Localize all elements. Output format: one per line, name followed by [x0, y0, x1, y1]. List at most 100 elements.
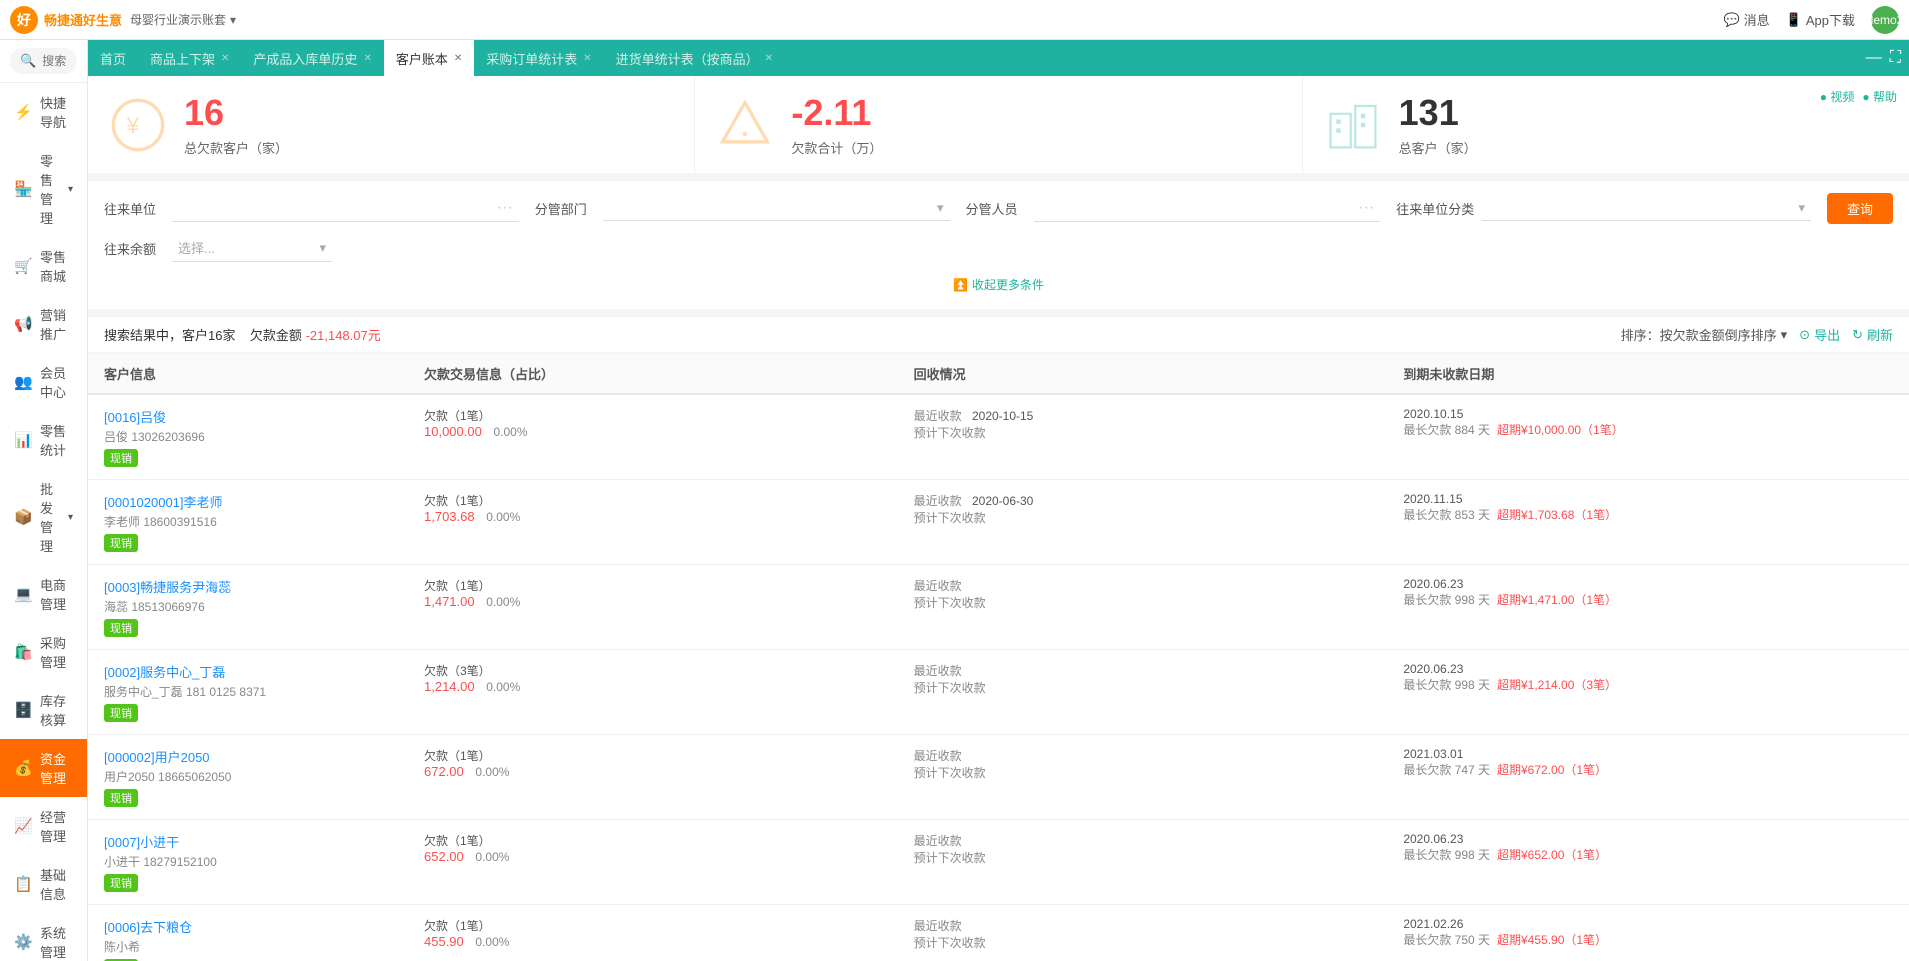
stat-action-2-0[interactable]: ● 视频	[1820, 88, 1855, 105]
overdue-amount-5[interactable]: 超期¥652.00（1笔）	[1497, 848, 1607, 862]
debt-amount-4[interactable]: 672.00	[424, 764, 464, 779]
customer-name-0[interactable]: [0016]吕俊	[104, 407, 424, 426]
due-date-4: 2021.03.01	[1403, 747, 1893, 761]
sidebar-item-quick-nav[interactable]: ⚡ 快捷导航	[0, 83, 87, 141]
sidebar-item-ecommerce-mgmt[interactable]: 💻 电商管理	[0, 565, 87, 623]
balance-select[interactable]: 选择... ▾	[172, 234, 332, 262]
customer-badge-4: 现销	[104, 789, 138, 807]
dept-select[interactable]: ▾	[603, 196, 950, 221]
sidebar-item-retail-mgmt[interactable]: 🏪 零售管理 ▾	[0, 141, 87, 237]
tab-customer_account[interactable]: 客户账本 ✕	[384, 40, 474, 76]
debt-pct-2: 0.00%	[486, 595, 520, 609]
sidebar-search-box[interactable]: 🔍	[10, 48, 77, 74]
table-row-inner-0: [0016]吕俊 吕俊 13026203696 现销 欠款（1笔） 10,000…	[88, 395, 1909, 479]
message-button[interactable]: 💬 消息	[1723, 10, 1769, 29]
table-row-inner-3: [0002]服务中心_丁磊 服务中心_丁磊 181 0125 8371 现销 欠…	[88, 650, 1909, 734]
customer-badge-0: 现销	[104, 449, 138, 467]
nav-icon-retail-stats: 📊	[14, 431, 32, 449]
app-download-button[interactable]: 📱 App下载	[1786, 10, 1855, 29]
debt-amount-3[interactable]: 1,214.00	[424, 679, 475, 694]
tab-purchase_order[interactable]: 采购订单统计表 ✕	[474, 40, 603, 76]
tab-products[interactable]: 商品上下架 ✕	[138, 40, 241, 76]
customer-cell-6: [0006]去下粮仓 陈小希 现销	[104, 915, 424, 961]
sidebar-item-basic-info[interactable]: 📋 基础信息	[0, 855, 87, 913]
overdue-amount-2[interactable]: 超期¥1,471.00（1笔）	[1497, 593, 1617, 607]
tab-expand-icon[interactable]: ⛶	[1890, 49, 1901, 67]
debt-cell-2: 欠款（1笔） 1,471.00 0.00%	[424, 575, 914, 611]
stat-card-1: -2.11 欠款合计（万）	[695, 76, 1302, 173]
due-date-0: 2020.10.15	[1403, 407, 1893, 421]
debt-cell-0: 欠款（1笔） 10,000.00 0.00%	[424, 405, 914, 441]
industry-selector[interactable]: 母婴行业演示账套 ▾	[130, 11, 236, 28]
debt-amount-row-1: 1,703.68 0.00%	[424, 509, 914, 524]
overdue-amount-6[interactable]: 超期¥455.90（1笔）	[1497, 933, 1607, 947]
tab-close-production[interactable]: ✕	[363, 53, 371, 64]
category-select[interactable]: ▾	[1482, 196, 1811, 221]
nav-label-member-center: 会员中心	[40, 363, 73, 401]
debt-pct-3: 0.00%	[486, 680, 520, 694]
top-bar-right: 💬 消息 📱 App下载 demo2	[1723, 6, 1899, 34]
sort-selector[interactable]: 排序：按欠款金额倒序排序 ▾	[1621, 325, 1788, 344]
customer-name-1[interactable]: [0001020001]李老师	[104, 492, 424, 511]
overdue-amount-1[interactable]: 超期¥1,703.68（1笔）	[1497, 508, 1617, 522]
refresh-button[interactable]: ↻ 刷新	[1852, 325, 1893, 344]
customer-name-5[interactable]: [0007]小进干	[104, 832, 424, 851]
supplier-input[interactable]: ···	[172, 195, 519, 222]
tab-import_stats[interactable]: 进货单统计表（按商品） ✕	[604, 40, 785, 76]
filter-row-1: 往来单位 ··· 分管部门 ▾ 分管人员	[104, 193, 1893, 224]
debt-amount-5[interactable]: 652.00	[424, 849, 464, 864]
sidebar-item-purchase-mgmt[interactable]: 🛍️ 采购管理	[0, 623, 87, 681]
customer-name-4[interactable]: [000002]用户2050	[104, 747, 424, 766]
stat-number-1: -2.11	[791, 92, 1281, 134]
sidebar-item-member-center[interactable]: 👥 会员中心	[0, 353, 87, 411]
debt-amount-1[interactable]: 1,703.68	[424, 509, 475, 524]
table-row-inner-4: [000002]用户2050 用户2050 18665062050 现销 欠款（…	[88, 735, 1909, 819]
top-bar: 好 畅捷通好生意 母婴行业演示账套 ▾ 💬 消息 📱 App下载 demo2	[0, 0, 1909, 40]
sidebar-item-wholesale-mgmt[interactable]: 📦 批发管理 ▾	[0, 469, 87, 565]
debt-amount-6[interactable]: 455.90	[424, 934, 464, 949]
last-payment-3: 最近收款	[914, 662, 1404, 679]
customer-phone-3: 服务中心_丁磊 181 0125 8371	[104, 683, 424, 700]
tab-production[interactable]: 产成品入库单历史 ✕	[241, 40, 383, 76]
manager-input[interactable]: ···	[1034, 195, 1381, 222]
sidebar-item-retail-stats[interactable]: 📊 零售统计	[0, 411, 87, 469]
debt-amount-2[interactable]: 1,471.00	[424, 594, 475, 609]
export-button[interactable]: ⊙ 导出	[1799, 325, 1840, 344]
customer-name-6[interactable]: [0006]去下粮仓	[104, 917, 424, 936]
refresh-icon: ↻	[1852, 327, 1863, 343]
sidebar-item-finance[interactable]: 💰 资金管理	[0, 739, 87, 797]
sidebar-item-operations[interactable]: 📈 经营管理	[0, 797, 87, 855]
sidebar-item-retail-store[interactable]: 🛒 零售商城	[0, 237, 87, 295]
overdue-amount-3[interactable]: 超期¥1,214.00（3笔）	[1497, 678, 1617, 692]
tab-minus-icon[interactable]: —	[1866, 49, 1882, 67]
tab-close-purchase_order[interactable]: ✕	[583, 53, 591, 64]
nav-icon-wholesale-mgmt: 📦	[14, 508, 32, 526]
stat-action-2-1[interactable]: ● 帮助	[1862, 88, 1897, 105]
debt-amount-0[interactable]: 10,000.00	[424, 424, 482, 439]
customer-name-2[interactable]: [0003]畅捷服务尹海蕊	[104, 577, 424, 596]
stat-label-1: 欠款合计（万）	[791, 138, 1281, 157]
tab-close-customer_account[interactable]: ✕	[454, 53, 462, 64]
overdue-days-4: 最长欠款 747 天	[1403, 763, 1493, 777]
debt-cell-3: 欠款（3笔） 1,214.00 0.00%	[424, 660, 914, 696]
tab-close-products[interactable]: ✕	[221, 53, 229, 64]
due-date-6: 2021.02.26	[1403, 917, 1893, 931]
debt-amount-row-6: 455.90 0.00%	[424, 934, 914, 949]
content-area: ¥ 16 总欠款客户（家） -2.11 欠款合计（万） ● 视频● 帮助 131…	[88, 76, 1909, 961]
filter-area: 往来单位 ··· 分管部门 ▾ 分管人员	[88, 181, 1909, 309]
tab-close-import_stats[interactable]: ✕	[765, 53, 773, 64]
last-payment-4: 最近收款	[914, 747, 1404, 764]
content-wrapper: ¥ 16 总欠款客户（家） -2.11 欠款合计（万） ● 视频● 帮助 131…	[88, 76, 1909, 961]
tab-home[interactable]: 首页	[88, 40, 138, 76]
sidebar-search-input[interactable]	[42, 54, 67, 68]
search-button[interactable]: 查询	[1827, 193, 1893, 224]
overdue-amount-0[interactable]: 超期¥10,000.00（1笔）	[1497, 423, 1624, 437]
collapse-button[interactable]: ⏫ 收起更多条件	[949, 272, 1048, 297]
table-row: [0001020001]李老师 李老师 18600391516 现销 欠款（1笔…	[88, 480, 1909, 565]
avatar[interactable]: demo2	[1871, 6, 1899, 34]
sidebar-item-inventory[interactable]: 🗄️ 库存核算	[0, 681, 87, 739]
sidebar-item-marketing[interactable]: 📢 营销推广	[0, 295, 87, 353]
sidebar-item-system[interactable]: ⚙️ 系统管理	[0, 913, 87, 961]
overdue-amount-4[interactable]: 超期¥672.00（1笔）	[1497, 763, 1607, 777]
customer-name-3[interactable]: [0002]服务中心_丁磊	[104, 662, 424, 681]
